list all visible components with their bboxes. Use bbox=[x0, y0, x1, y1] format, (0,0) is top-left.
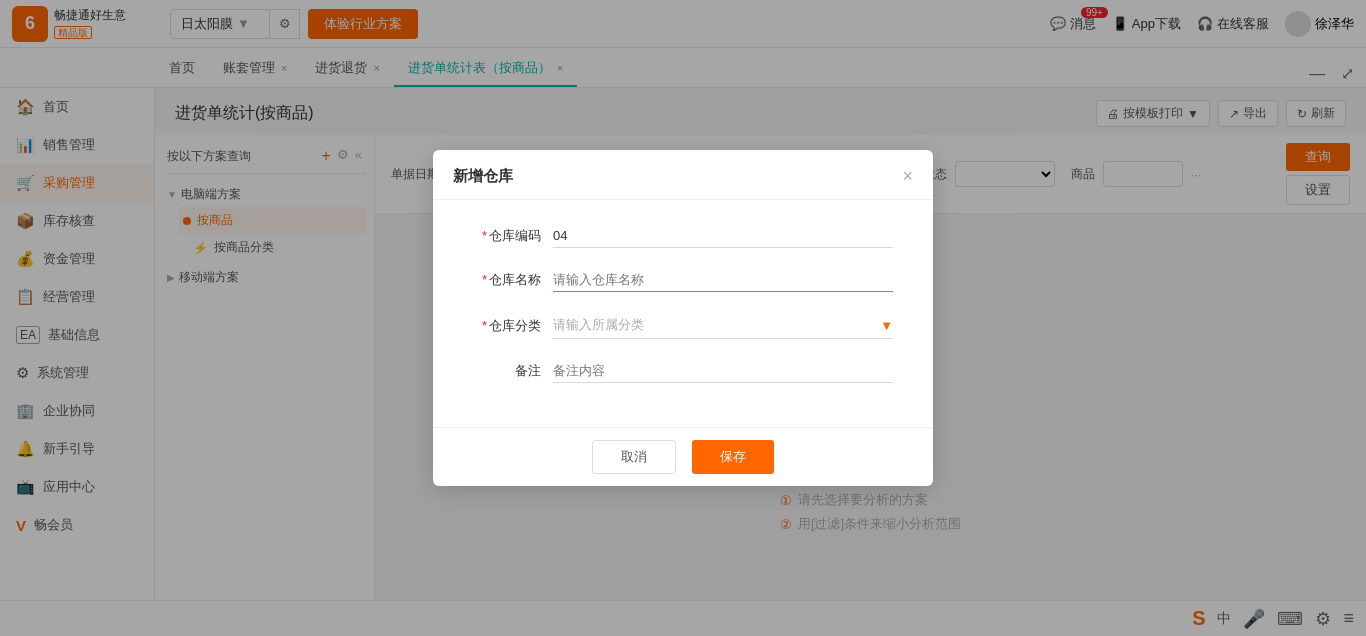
name-input[interactable] bbox=[553, 268, 893, 292]
modal-body: 仓库编码 仓库名称 仓库分类 请输入所属分类 ▼ 备注 bbox=[433, 200, 933, 427]
note-label: 备注 bbox=[473, 362, 553, 380]
category-label: 仓库分类 bbox=[473, 317, 553, 335]
name-label: 仓库名称 bbox=[473, 271, 553, 289]
modal-title: 新增仓库 bbox=[453, 167, 513, 186]
category-placeholder: 请输入所属分类 bbox=[553, 316, 644, 334]
modal-header: 新增仓库 × bbox=[433, 150, 933, 200]
modal-new-warehouse: 新增仓库 × 仓库编码 仓库名称 仓库分类 请输入所属分类 ▼ bbox=[433, 150, 933, 486]
code-input[interactable] bbox=[553, 224, 893, 248]
cancel-button[interactable]: 取消 bbox=[592, 440, 676, 474]
save-button[interactable]: 保存 bbox=[692, 440, 774, 474]
modal-footer: 取消 保存 bbox=[433, 427, 933, 486]
form-row-name: 仓库名称 bbox=[473, 268, 893, 292]
category-dropdown-icon: ▼ bbox=[880, 318, 893, 333]
note-input[interactable] bbox=[553, 359, 893, 383]
form-row-note: 备注 bbox=[473, 359, 893, 383]
form-row-category: 仓库分类 请输入所属分类 ▼ bbox=[473, 312, 893, 339]
form-row-code: 仓库编码 bbox=[473, 224, 893, 248]
modal-close-button[interactable]: × bbox=[902, 166, 913, 187]
code-label: 仓库编码 bbox=[473, 227, 553, 245]
modal-overlay: 新增仓库 × 仓库编码 仓库名称 仓库分类 请输入所属分类 ▼ bbox=[0, 0, 1366, 636]
category-select[interactable]: 请输入所属分类 ▼ bbox=[553, 312, 893, 339]
